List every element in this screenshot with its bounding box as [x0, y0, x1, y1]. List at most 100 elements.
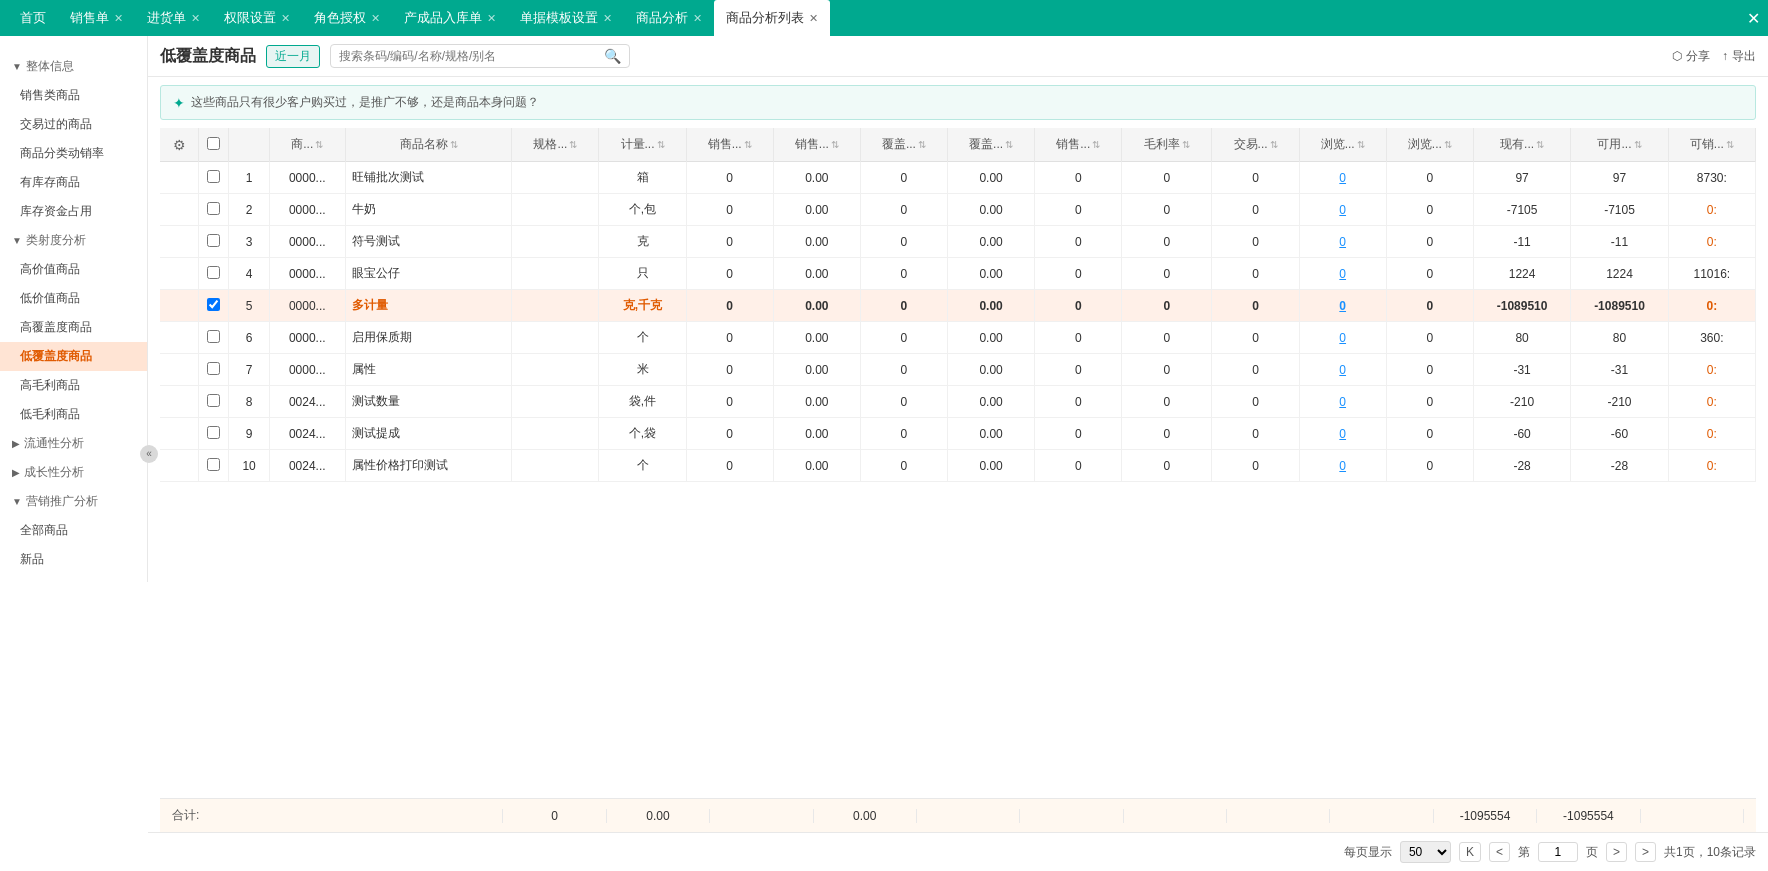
row-checkbox-cell[interactable] [199, 194, 229, 226]
sidebar-section-coverage[interactable]: ▼ 类射度分析 [0, 226, 147, 255]
row-checkbox[interactable] [207, 394, 220, 407]
next-page-button[interactable]: > [1606, 842, 1627, 862]
col-trade[interactable]: 交易...⇅ [1212, 128, 1299, 162]
col-browse1[interactable]: 浏览...⇅ [1299, 128, 1386, 162]
nav-sales-close[interactable]: ✕ [114, 12, 123, 25]
row-browse1[interactable]: 0 [1299, 354, 1386, 386]
row-settings[interactable] [160, 354, 199, 386]
row-checkbox[interactable] [207, 298, 220, 311]
row-checkbox-cell[interactable] [199, 162, 229, 194]
row-settings[interactable] [160, 418, 199, 450]
nav-roles[interactable]: 角色授权 ✕ [302, 0, 392, 36]
sidebar-item-high-coverage[interactable]: 高覆盖度商品 [0, 313, 147, 342]
nav-product-analysis-list[interactable]: 商品分析列表 ✕ [714, 0, 830, 36]
nav-product-analysis-close[interactable]: ✕ [693, 12, 702, 25]
window-close-button[interactable]: ✕ [1747, 9, 1760, 28]
row-checkbox-cell[interactable] [199, 418, 229, 450]
table-container[interactable]: ⚙ 商...⇅ 商品名称⇅ 规格...⇅ 计量...⇅ 销售...⇅ 销售...… [160, 128, 1756, 798]
row-checkbox-cell[interactable] [199, 226, 229, 258]
col-current[interactable]: 现有...⇅ [1473, 128, 1570, 162]
select-all-checkbox[interactable] [207, 137, 220, 150]
row-settings[interactable] [160, 290, 199, 322]
nav-purchase[interactable]: 进货单 ✕ [135, 0, 212, 36]
col-sales1[interactable]: 销售...⇅ [686, 128, 773, 162]
nav-sales[interactable]: 销售单 ✕ [58, 0, 135, 36]
sidebar-item-all-products[interactable]: 全部商品 [0, 516, 147, 545]
row-checkbox-cell[interactable] [199, 450, 229, 482]
row-checkbox[interactable] [207, 234, 220, 247]
row-checkbox-cell[interactable] [199, 290, 229, 322]
row-settings[interactable] [160, 450, 199, 482]
row-checkbox[interactable] [207, 426, 220, 439]
gear-icon[interactable]: ⚙ [173, 137, 186, 153]
share-button[interactable]: ⬡ 分享 [1672, 48, 1710, 65]
row-checkbox-cell[interactable] [199, 322, 229, 354]
sidebar-item-sales-products[interactable]: 销售类商品 [0, 81, 147, 110]
row-browse1[interactable]: 0 [1299, 386, 1386, 418]
row-browse1[interactable]: 0 [1299, 418, 1386, 450]
row-settings[interactable] [160, 322, 199, 354]
col-spec[interactable]: 规格...⇅ [512, 128, 599, 162]
sidebar-item-category-sales-rate[interactable]: 商品分类动销率 [0, 139, 147, 168]
col-check[interactable] [199, 128, 229, 162]
nav-home[interactable]: 首页 [8, 0, 58, 36]
row-settings[interactable] [160, 162, 199, 194]
col-unit[interactable]: 计量...⇅ [599, 128, 686, 162]
row-browse1[interactable]: 0 [1299, 162, 1386, 194]
row-checkbox[interactable] [207, 266, 220, 279]
per-page-select[interactable]: 50 20 100 [1400, 841, 1451, 863]
row-browse1[interactable]: 0 [1299, 226, 1386, 258]
row-browse1[interactable]: 0 [1299, 258, 1386, 290]
row-settings[interactable] [160, 194, 199, 226]
col-available[interactable]: 可用...⇅ [1571, 128, 1668, 162]
search-icon[interactable]: 🔍 [604, 48, 621, 64]
row-browse1[interactable]: 0 [1299, 290, 1386, 322]
row-checkbox[interactable] [207, 202, 220, 215]
row-checkbox[interactable] [207, 170, 220, 183]
col-gross[interactable]: 毛利率⇅ [1122, 128, 1212, 162]
row-checkbox-cell[interactable] [199, 386, 229, 418]
sidebar-item-high-margin[interactable]: 高毛利商品 [0, 371, 147, 400]
sidebar-item-low-value[interactable]: 低价值商品 [0, 284, 147, 313]
nav-production-close[interactable]: ✕ [487, 12, 496, 25]
last-page-button[interactable]: > [1635, 842, 1656, 862]
row-checkbox-cell[interactable] [199, 354, 229, 386]
row-browse1[interactable]: 0 [1299, 450, 1386, 482]
nav-purchase-close[interactable]: ✕ [191, 12, 200, 25]
col-sales2[interactable]: 销售...⇅ [773, 128, 860, 162]
row-browse1[interactable]: 0 [1299, 322, 1386, 354]
period-button[interactable]: 近一月 [266, 45, 320, 68]
sidebar-item-new-products[interactable]: 新品 [0, 545, 147, 574]
row-settings[interactable] [160, 386, 199, 418]
col-salesx[interactable]: 销售...⇅ [1035, 128, 1122, 162]
sidebar-item-inventory-capital[interactable]: 库存资金占用 [0, 197, 147, 226]
row-checkbox[interactable] [207, 362, 220, 375]
first-page-button[interactable]: K [1459, 842, 1481, 862]
nav-production[interactable]: 产成品入库单 ✕ [392, 0, 508, 36]
col-name[interactable]: 商品名称⇅ [345, 128, 512, 162]
col-code[interactable]: 商...⇅ [269, 128, 345, 162]
sidebar-item-low-margin[interactable]: 低毛利商品 [0, 400, 147, 429]
col-cover2[interactable]: 覆盖...⇅ [948, 128, 1035, 162]
col-cover1[interactable]: 覆盖...⇅ [860, 128, 947, 162]
row-settings[interactable] [160, 258, 199, 290]
sidebar-item-traded-products[interactable]: 交易过的商品 [0, 110, 147, 139]
sidebar-section-liquidity[interactable]: ▶ 流通性分析 [0, 429, 147, 458]
nav-product-analysis[interactable]: 商品分析 ✕ [624, 0, 714, 36]
nav-permissions-close[interactable]: ✕ [281, 12, 290, 25]
sidebar-item-in-stock[interactable]: 有库存商品 [0, 168, 147, 197]
row-checkbox[interactable] [207, 330, 220, 343]
nav-permissions[interactable]: 权限设置 ✕ [212, 0, 302, 36]
col-browse2[interactable]: 浏览...⇅ [1386, 128, 1473, 162]
row-checkbox-cell[interactable] [199, 258, 229, 290]
export-button[interactable]: ↑ 导出 [1722, 48, 1756, 65]
col-settings[interactable]: ⚙ [160, 128, 199, 162]
nav-product-analysis-list-close[interactable]: ✕ [809, 12, 818, 25]
row-browse1[interactable]: 0 [1299, 194, 1386, 226]
search-input[interactable] [339, 49, 604, 63]
row-settings[interactable] [160, 226, 199, 258]
nav-roles-close[interactable]: ✕ [371, 12, 380, 25]
sidebar-item-high-value[interactable]: 高价值商品 [0, 255, 147, 284]
sidebar-section-overall[interactable]: ▼ 整体信息 [0, 52, 147, 81]
nav-template[interactable]: 单据模板设置 ✕ [508, 0, 624, 36]
